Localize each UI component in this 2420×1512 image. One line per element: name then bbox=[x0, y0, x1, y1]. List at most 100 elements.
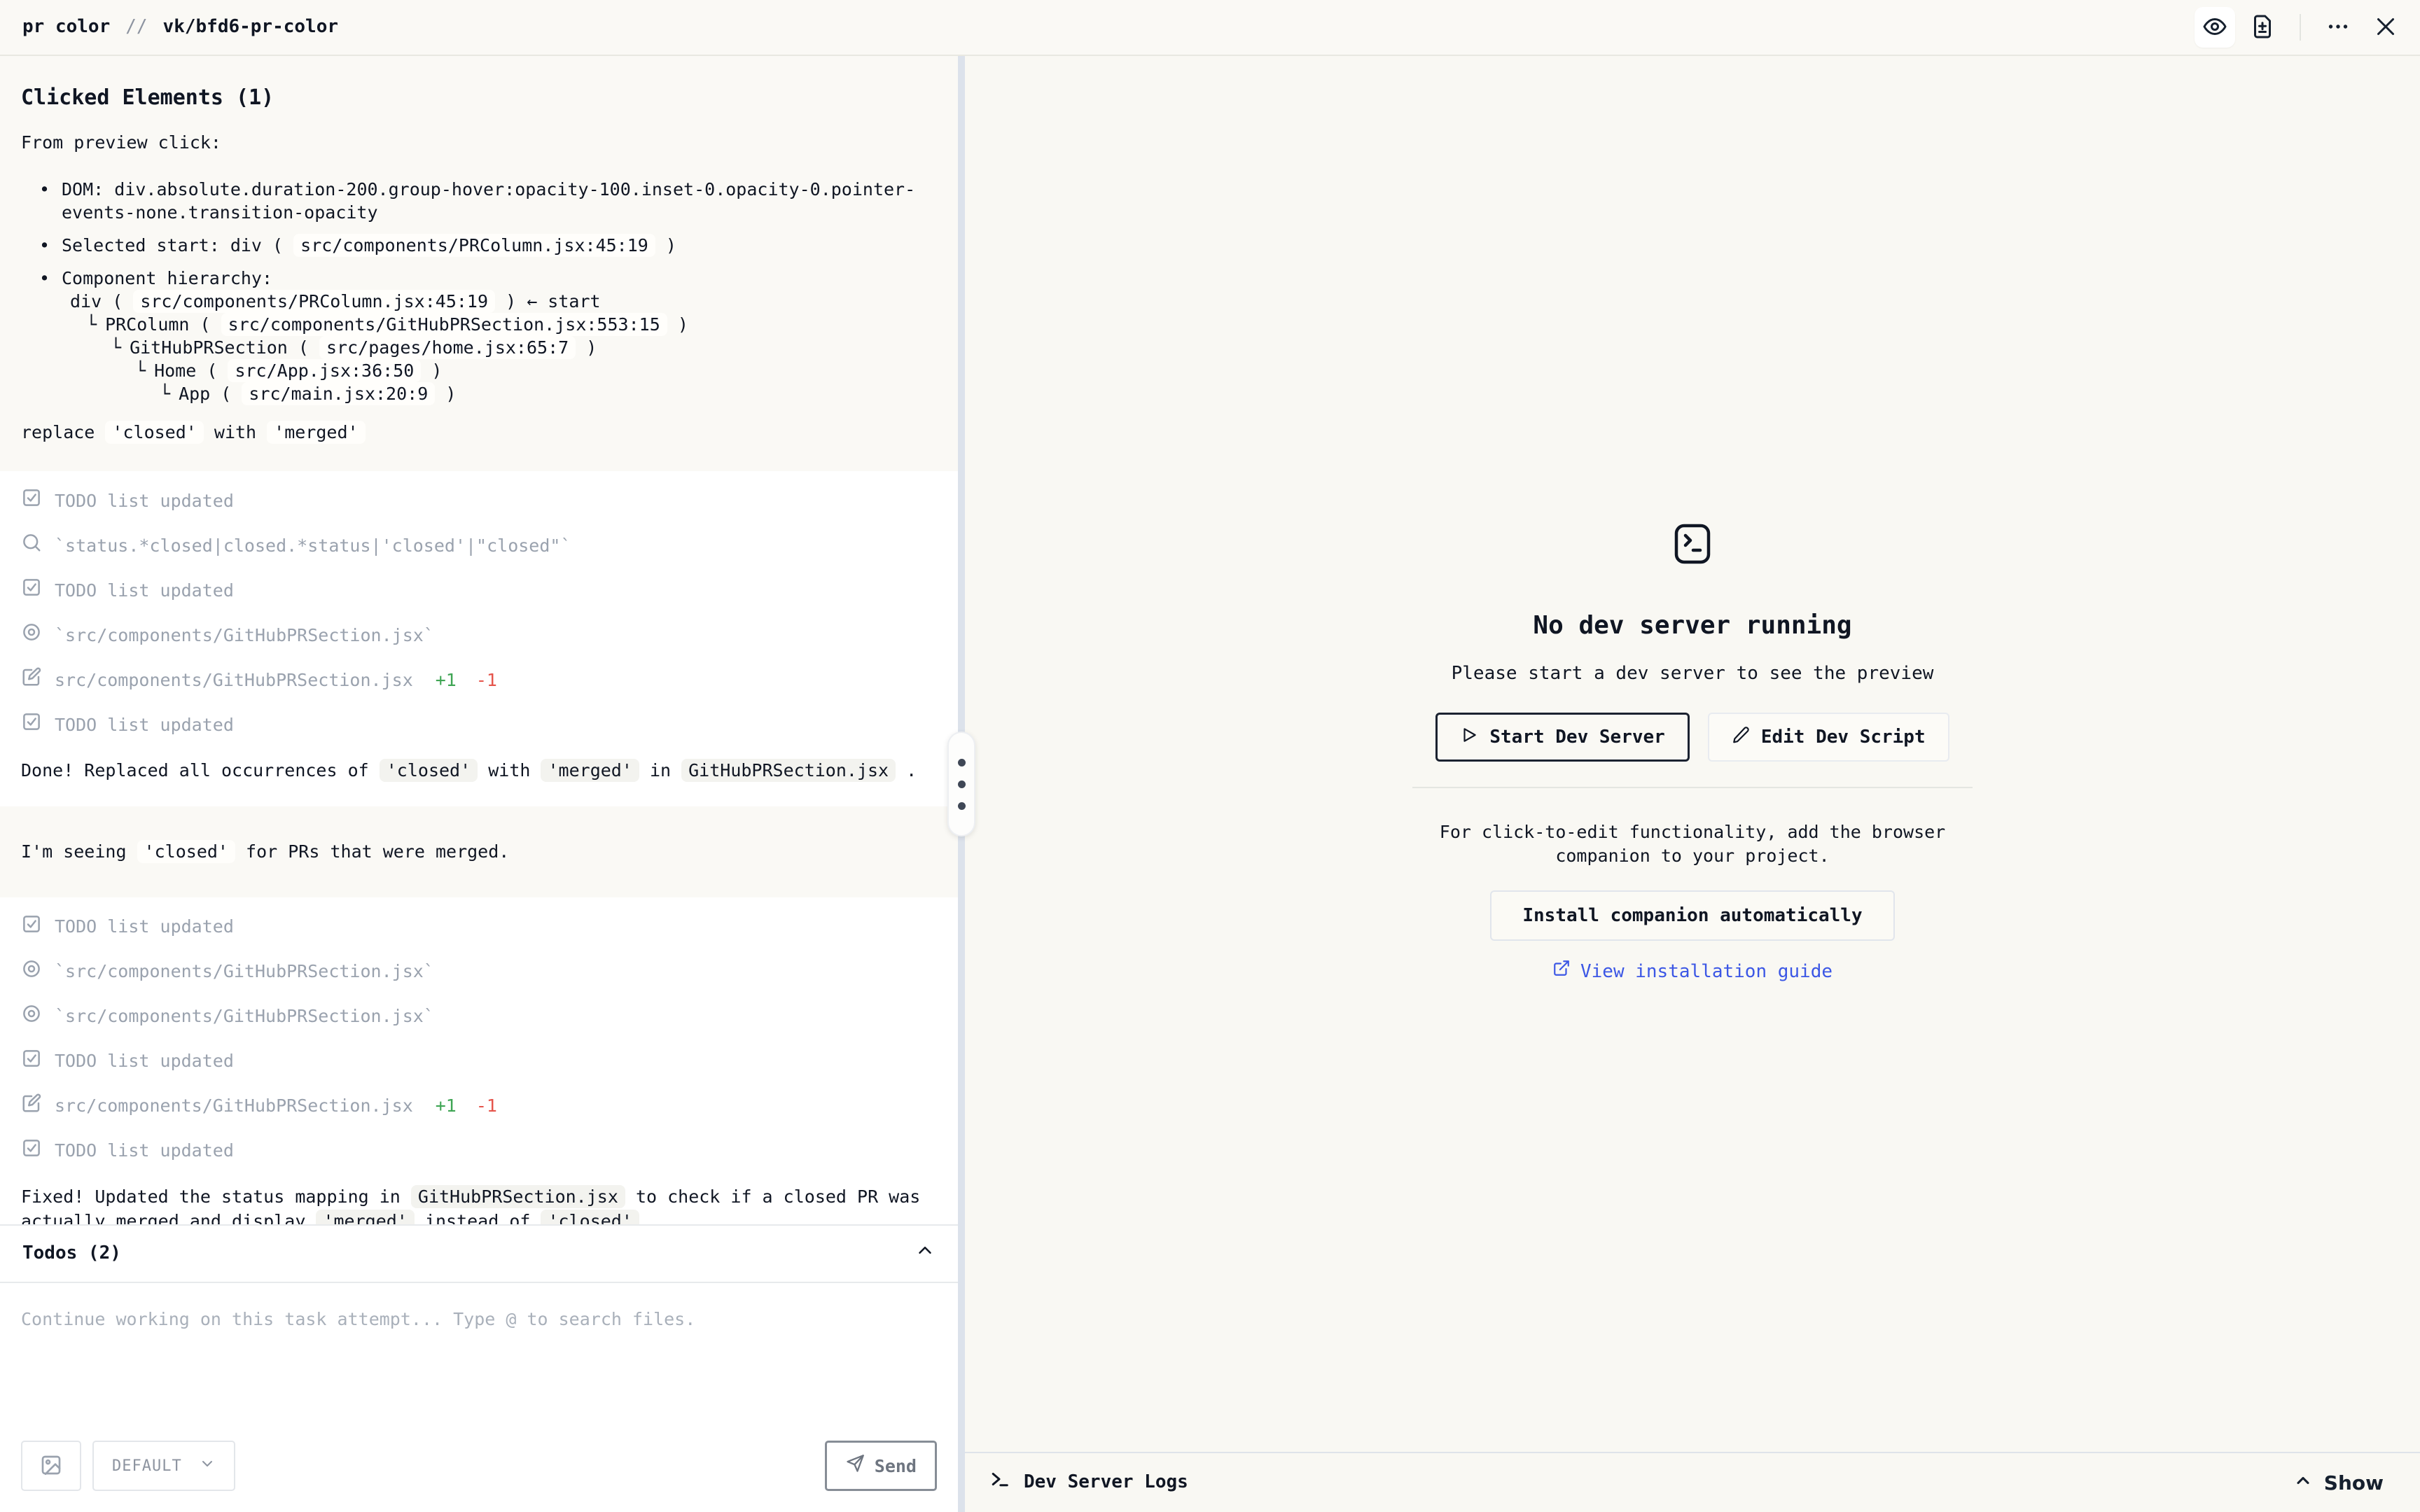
chevron-down-icon bbox=[199, 1455, 216, 1476]
companion-help-text: For click-to-edit functionality, add the… bbox=[1439, 822, 1946, 867]
tool-call-read-file[interactable]: `src/components/GitHubPRSection.jsx` bbox=[21, 1005, 937, 1028]
more-options-button[interactable] bbox=[2318, 7, 2358, 48]
tool-call-search[interactable]: `status.*closed|closed.*status|'closed'|… bbox=[21, 534, 937, 557]
send-plane-icon bbox=[845, 1454, 865, 1478]
circle-dot-icon bbox=[21, 622, 42, 649]
preview-panel: No dev server running Please start a dev… bbox=[965, 56, 2420, 1512]
profile-select[interactable]: DEFAULT bbox=[92, 1441, 235, 1491]
tree-line: └ Home ( src/App.jsx:36:50 ) bbox=[135, 359, 443, 383]
section-divider bbox=[1412, 787, 1973, 789]
agent-message-text: Fixed! Updated the status mapping in Git… bbox=[21, 1184, 937, 1224]
file-path-pill: src/components/PRColumn.jsx:45:19 bbox=[133, 290, 496, 314]
tool-call-todo[interactable]: TODO list updated bbox=[21, 489, 937, 512]
tree-line: └ PRColumn ( src/components/GitHubPRSecti… bbox=[86, 313, 688, 337]
agent-message-text: Done! Replaced all occurrences of 'close… bbox=[21, 759, 917, 782]
installation-guide-link[interactable]: View installation guide bbox=[1552, 959, 1833, 984]
dev-server-buttons: Start Dev Server Edit Dev Script bbox=[1435, 713, 1949, 762]
file-path-pill: src/App.jsx:36:50 bbox=[228, 359, 422, 383]
tree-line: div ( src/components/PRColumn.jsx:45:19 … bbox=[70, 290, 601, 314]
toolbar-divider bbox=[2300, 14, 2301, 41]
profile-value: DEFAULT bbox=[112, 1457, 182, 1475]
tool-call-read-file[interactable]: `src/components/GitHubPRSection.jsx` bbox=[21, 960, 937, 983]
app-window: pr color // vk/bfd6-pr-color Clicked Ele… bbox=[0, 0, 2420, 1512]
diff-added-count: +1 bbox=[435, 1096, 457, 1116]
chevron-up-icon bbox=[915, 1240, 936, 1268]
top-actions bbox=[2195, 7, 2406, 48]
tool-call-todo[interactable]: TODO list updated bbox=[21, 713, 937, 736]
check-square-icon bbox=[21, 1048, 42, 1075]
task-title: pr color // vk/bfd6-pr-color bbox=[22, 15, 338, 39]
composer: DEFAULT Send bbox=[0, 1283, 958, 1512]
message-input[interactable] bbox=[21, 1307, 937, 1428]
send-button[interactable]: Send bbox=[824, 1441, 937, 1491]
tool-call-read-file[interactable]: `src/components/GitHubPRSection.jsx` bbox=[21, 624, 937, 647]
file-path-pill: src/components/GitHubPRSection.jsx:553:1… bbox=[221, 313, 667, 337]
install-companion-button[interactable]: Install companion automatically bbox=[1490, 890, 1895, 941]
composer-controls: DEFAULT Send bbox=[21, 1441, 937, 1491]
diff-removed-count: -1 bbox=[475, 1096, 497, 1116]
attach-image-button[interactable] bbox=[21, 1441, 81, 1491]
todos-label: Todos (2) bbox=[22, 1242, 121, 1264]
tool-call-edit-file[interactable]: src/components/GitHubPRSection.jsx +1 -1 bbox=[21, 666, 937, 694]
external-link-icon bbox=[1552, 959, 1571, 984]
tree-line: └ GitHubPRSection ( src/pages/home.jsx:65… bbox=[111, 336, 597, 360]
clicked-elements-intro: From preview click: bbox=[21, 132, 221, 153]
tree-line: └ App ( src/main.jsx:20:9 ) bbox=[160, 382, 457, 406]
edit-dev-script-button[interactable]: Edit Dev Script bbox=[1707, 713, 1949, 762]
preview-empty-state: No dev server running Please start a dev… bbox=[965, 56, 2420, 1452]
tool-call-todo[interactable]: TODO list updated bbox=[21, 579, 937, 602]
user-message: Clicked Elements (1) From preview click:… bbox=[0, 56, 958, 471]
hierarchy-label: Component hierarchy: bbox=[62, 268, 273, 289]
terminal-prompt-icon bbox=[989, 1469, 1010, 1497]
agent-response: TODO list updated `status.*closed|closed… bbox=[0, 471, 958, 806]
image-icon bbox=[40, 1454, 62, 1478]
title-separator: // bbox=[125, 16, 148, 38]
preview-subtitle: Please start a dev server to see the pre… bbox=[1451, 663, 1934, 685]
preview-title: No dev server running bbox=[1533, 611, 1852, 640]
main-split: Clicked Elements (1) From preview click:… bbox=[0, 56, 2420, 1512]
check-square-icon bbox=[21, 711, 42, 738]
file-path-pill: src/pages/home.jsx:65:7 bbox=[319, 336, 576, 360]
file-path-pill: src/components/PRColumn.jsx:45:19 bbox=[293, 234, 655, 258]
preview-toggle-button[interactable] bbox=[2195, 7, 2235, 48]
tool-call-todo[interactable]: TODO list updated bbox=[21, 1140, 937, 1163]
diff-removed-count: -1 bbox=[475, 669, 497, 690]
tool-call-todo[interactable]: TODO list updated bbox=[21, 916, 937, 939]
composer-spacer bbox=[246, 1441, 814, 1491]
user-request-text: replace 'closed' with 'merged' bbox=[21, 421, 937, 444]
diff-button[interactable] bbox=[2242, 7, 2283, 48]
show-logs-button[interactable]: Show bbox=[2289, 1470, 2388, 1496]
close-button[interactable] bbox=[2365, 7, 2406, 48]
agent-response: TODO list updated `src/components/GitHub… bbox=[0, 897, 958, 1224]
tool-call-edit-file[interactable]: src/components/GitHubPRSection.jsx +1 -1 bbox=[21, 1093, 937, 1120]
clicked-elements-list: DOM: div.absolute.duration-200.group-hov… bbox=[21, 178, 937, 406]
circle-dot-icon bbox=[21, 958, 42, 986]
play-icon bbox=[1460, 726, 1478, 749]
check-square-icon bbox=[21, 913, 42, 941]
conversation-scroll[interactable]: Clicked Elements (1) From preview click:… bbox=[0, 56, 958, 1224]
close-icon bbox=[2373, 14, 2398, 41]
file-path-pill: src/main.jsx:20:9 bbox=[242, 382, 436, 406]
branch-name: vk/bfd6-pr-color bbox=[162, 16, 338, 38]
todos-section-header[interactable]: Todos (2) bbox=[0, 1224, 958, 1283]
panel-resize-divider[interactable] bbox=[947, 56, 975, 1512]
task-name: pr color bbox=[22, 16, 111, 38]
edit-icon bbox=[21, 666, 42, 694]
chevron-up-icon bbox=[2293, 1471, 2313, 1495]
conversation-panel: Clicked Elements (1) From preview click:… bbox=[0, 56, 958, 1512]
user-request-text: I'm seeing 'closed' for PRs that were me… bbox=[21, 840, 510, 863]
dev-server-logs-bar: Dev Server Logs Show bbox=[965, 1452, 2420, 1512]
edit-icon bbox=[21, 1093, 42, 1120]
send-label: Send bbox=[874, 1455, 917, 1476]
check-square-icon bbox=[21, 1138, 42, 1165]
tool-call-todo[interactable]: TODO list updated bbox=[21, 1050, 937, 1073]
file-diff-icon bbox=[2250, 14, 2275, 41]
start-dev-server-button[interactable]: Start Dev Server bbox=[1435, 713, 1690, 762]
ellipsis-icon bbox=[2325, 14, 2351, 41]
pencil-icon bbox=[1732, 726, 1750, 749]
diff-added-count: +1 bbox=[435, 669, 457, 690]
check-square-icon bbox=[21, 577, 42, 604]
panel-resize-handle[interactable] bbox=[947, 732, 975, 836]
selected-start-bullet: Selected start: div ( src/components/PRC… bbox=[39, 234, 937, 258]
component-hierarchy-bullet: Component hierarchy: div ( src/component… bbox=[39, 267, 937, 406]
